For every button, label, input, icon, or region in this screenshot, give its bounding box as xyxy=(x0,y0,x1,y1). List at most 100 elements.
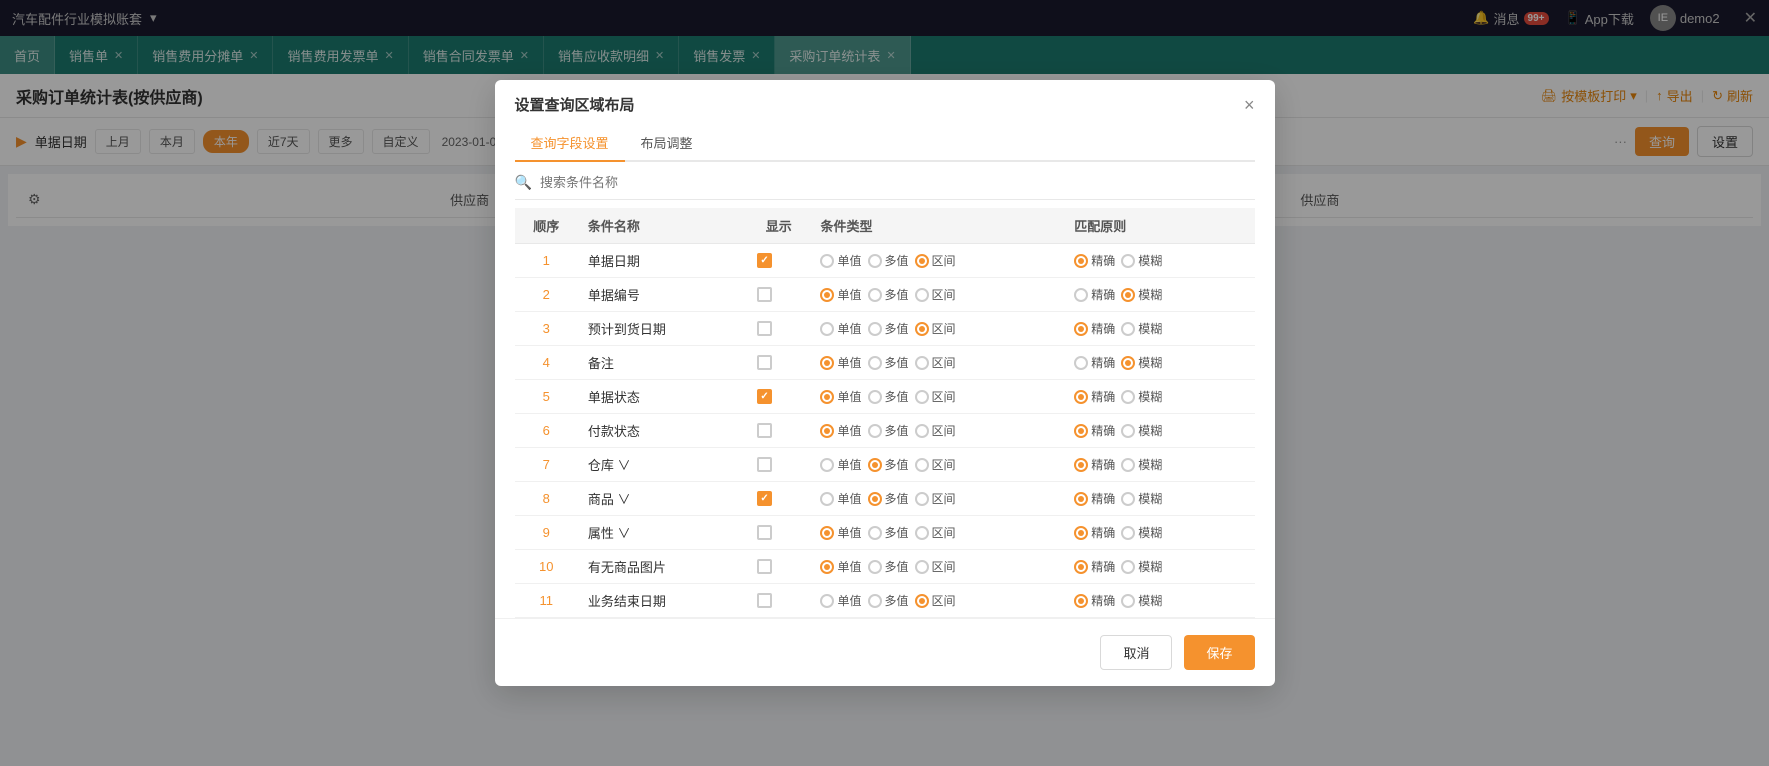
radio-circle xyxy=(820,356,834,370)
match-radio-fuzzy[interactable]: 模糊 xyxy=(1121,354,1162,371)
match-radio-fuzzy[interactable]: 模糊 xyxy=(1121,422,1162,439)
checkbox[interactable] xyxy=(757,389,772,404)
row-show-checkbox[interactable] xyxy=(747,244,810,278)
type-radio-single[interactable]: 单值 xyxy=(820,252,861,269)
search-input[interactable] xyxy=(540,175,1255,190)
modal-close-btn[interactable]: × xyxy=(1244,96,1255,114)
checkbox[interactable] xyxy=(757,287,772,302)
match-radio-fuzzy[interactable]: 模糊 xyxy=(1121,252,1162,269)
checkbox[interactable] xyxy=(757,423,772,438)
type-radio-multi[interactable]: 多值 xyxy=(868,422,909,439)
save-btn[interactable]: 保存 xyxy=(1184,635,1254,670)
type-radio-range[interactable]: 区间 xyxy=(915,592,956,609)
checkbox[interactable] xyxy=(757,253,772,268)
type-radio-single[interactable]: 单值 xyxy=(820,422,861,439)
match-radio-exact[interactable]: 精确 xyxy=(1074,354,1115,371)
checkbox[interactable] xyxy=(757,593,772,608)
match-radio-fuzzy[interactable]: 模糊 xyxy=(1121,388,1162,405)
match-radio-exact[interactable]: 精确 xyxy=(1074,524,1115,541)
radio-circle xyxy=(1074,288,1088,302)
checkbox[interactable] xyxy=(757,525,772,540)
type-radio-single[interactable]: 单值 xyxy=(820,320,861,337)
type-radio-range[interactable]: 区间 xyxy=(915,490,956,507)
match-radio-exact[interactable]: 精确 xyxy=(1074,286,1115,303)
row-order: 5 xyxy=(515,380,578,414)
row-order: 10 xyxy=(515,550,578,584)
match-radio-fuzzy[interactable]: 模糊 xyxy=(1121,592,1162,609)
radio-circle xyxy=(1121,560,1135,574)
match-radio-exact[interactable]: 精确 xyxy=(1074,558,1115,575)
type-radio-range[interactable]: 区间 xyxy=(915,354,956,371)
type-radio-range[interactable]: 区间 xyxy=(915,456,956,473)
type-radio-single[interactable]: 单值 xyxy=(820,286,861,303)
match-radio-exact[interactable]: 精确 xyxy=(1074,490,1115,507)
row-type: 单值多值区间 xyxy=(810,244,1064,278)
row-show-checkbox[interactable] xyxy=(747,516,810,550)
radio-circle xyxy=(868,526,882,540)
type-radio-multi[interactable]: 多值 xyxy=(868,286,909,303)
table-row: 7仓库 ∨单值多值区间精确模糊 xyxy=(515,448,1255,482)
type-radio-range[interactable]: 区间 xyxy=(915,524,956,541)
radio-circle xyxy=(868,254,882,268)
row-show-checkbox[interactable] xyxy=(747,482,810,516)
checkbox[interactable] xyxy=(757,355,772,370)
type-radio-range[interactable]: 区间 xyxy=(915,286,956,303)
type-radio-multi[interactable]: 多值 xyxy=(868,388,909,405)
row-show-checkbox[interactable] xyxy=(747,550,810,584)
match-radio-fuzzy[interactable]: 模糊 xyxy=(1121,286,1162,303)
type-radio-multi[interactable]: 多值 xyxy=(868,490,909,507)
match-radio-exact[interactable]: 精确 xyxy=(1074,320,1115,337)
match-radio-fuzzy[interactable]: 模糊 xyxy=(1121,320,1162,337)
match-radio-exact[interactable]: 精确 xyxy=(1074,388,1115,405)
match-radio-exact[interactable]: 精确 xyxy=(1074,422,1115,439)
radio-circle xyxy=(1074,526,1088,540)
checkbox[interactable] xyxy=(757,321,772,336)
modal-tab-layout[interactable]: 布局调整 xyxy=(625,125,709,162)
type-radio-single[interactable]: 单值 xyxy=(820,456,861,473)
match-radio-fuzzy[interactable]: 模糊 xyxy=(1121,456,1162,473)
type-radio-range[interactable]: 区间 xyxy=(915,422,956,439)
checkbox[interactable] xyxy=(757,491,772,506)
checkbox[interactable] xyxy=(757,559,772,574)
row-show-checkbox[interactable] xyxy=(747,346,810,380)
row-match: 精确模糊 xyxy=(1064,244,1254,278)
row-order: 2 xyxy=(515,278,578,312)
type-radio-single[interactable]: 单值 xyxy=(820,524,861,541)
type-radio-multi[interactable]: 多值 xyxy=(868,592,909,609)
row-match: 精确模糊 xyxy=(1064,278,1254,312)
checkbox[interactable] xyxy=(757,457,772,472)
row-show-checkbox[interactable] xyxy=(747,584,810,618)
type-radio-range[interactable]: 区间 xyxy=(915,558,956,575)
match-radio-exact[interactable]: 精确 xyxy=(1074,252,1115,269)
type-radio-range[interactable]: 区间 xyxy=(915,388,956,405)
radio-circle xyxy=(1121,526,1135,540)
row-show-checkbox[interactable] xyxy=(747,312,810,346)
type-radio-single[interactable]: 单值 xyxy=(820,592,861,609)
modal-tab-fields[interactable]: 查询字段设置 xyxy=(515,125,625,162)
type-radio-single[interactable]: 单值 xyxy=(820,558,861,575)
match-radio-exact[interactable]: 精确 xyxy=(1074,592,1115,609)
type-radio-single[interactable]: 单值 xyxy=(820,490,861,507)
row-type: 单值多值区间 xyxy=(810,346,1064,380)
row-match: 精确模糊 xyxy=(1064,346,1254,380)
match-radio-fuzzy[interactable]: 模糊 xyxy=(1121,558,1162,575)
type-radio-single[interactable]: 单值 xyxy=(820,388,861,405)
type-radio-multi[interactable]: 多值 xyxy=(868,456,909,473)
match-radio-fuzzy[interactable]: 模糊 xyxy=(1121,524,1162,541)
type-radio-single[interactable]: 单值 xyxy=(820,354,861,371)
cancel-btn[interactable]: 取消 xyxy=(1100,635,1172,670)
type-radio-multi[interactable]: 多值 xyxy=(868,320,909,337)
type-radio-multi[interactable]: 多值 xyxy=(868,354,909,371)
row-name: 付款状态 xyxy=(578,414,747,448)
match-radio-fuzzy[interactable]: 模糊 xyxy=(1121,490,1162,507)
row-show-checkbox[interactable] xyxy=(747,414,810,448)
row-show-checkbox[interactable] xyxy=(747,278,810,312)
row-show-checkbox[interactable] xyxy=(747,448,810,482)
type-radio-multi[interactable]: 多值 xyxy=(868,558,909,575)
type-radio-multi[interactable]: 多值 xyxy=(868,524,909,541)
type-radio-range[interactable]: 区间 xyxy=(915,252,956,269)
match-radio-exact[interactable]: 精确 xyxy=(1074,456,1115,473)
type-radio-range[interactable]: 区间 xyxy=(915,320,956,337)
row-show-checkbox[interactable] xyxy=(747,380,810,414)
type-radio-multi[interactable]: 多值 xyxy=(868,252,909,269)
